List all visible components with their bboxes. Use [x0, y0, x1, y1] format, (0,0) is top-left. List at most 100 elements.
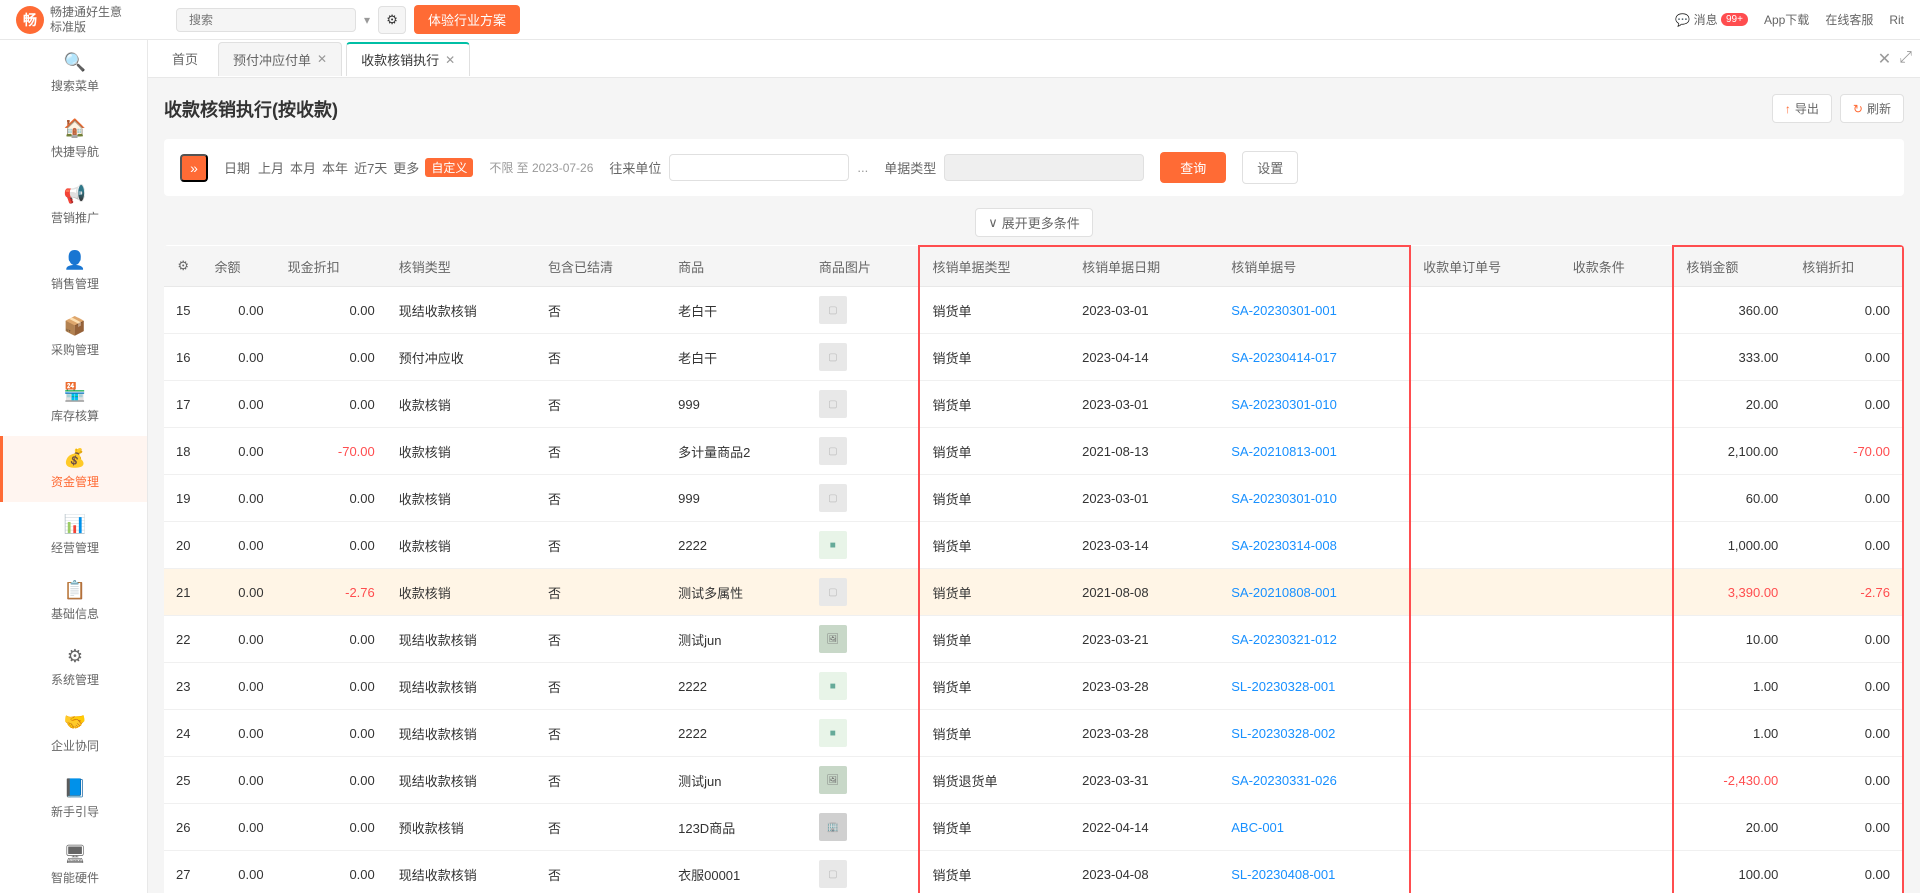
cell-include-settled: 否 [536, 428, 666, 475]
cell-product: 123D商品 [666, 804, 807, 851]
sidebar-item-search[interactable]: 🔍 搜索菜单 [0, 40, 147, 106]
cell-receipt-bill-type: 销货单 [919, 804, 1070, 851]
cell-writeoff-discount: 0.00 [1790, 287, 1903, 334]
sidebar-item-sales[interactable]: 👤 销售管理 [0, 238, 147, 304]
cell-collection-order-no [1410, 381, 1561, 428]
date-option-more[interactable]: 更多 [393, 158, 419, 177]
date-option-this-month[interactable]: 本月 [290, 158, 316, 177]
top-bar: 畅 畅捷通好生意 标准版 ▾ ⚙ 体验行业方案 💬 消息 99+ App下载 在… [0, 0, 1920, 40]
sidebar-item-purchase[interactable]: 📦 采购管理 [0, 304, 147, 370]
expand-arrows-icon: » [190, 160, 198, 176]
sidebar-label-sales: 销售管理 [51, 275, 99, 292]
cell-collection-order-no [1410, 663, 1561, 710]
cell-id: 23 [164, 663, 202, 710]
settings-icon[interactable]: ⚙ [378, 6, 406, 34]
sidebar-label-guide: 新手引导 [51, 803, 99, 820]
online-service-link[interactable]: 在线客服 [1825, 11, 1873, 28]
expand-conditions-btn[interactable]: ∨ 展开更多条件 [975, 208, 1093, 237]
cell-product-image: ■ [807, 663, 920, 710]
table-settings-btn[interactable]: 设置 [1242, 151, 1298, 184]
dropdown-arrow-icon: ▾ [364, 13, 370, 27]
cell-product-image: 🖼 [807, 616, 920, 663]
system-icon: ⚙ [67, 646, 83, 667]
sidebar-item-enterprise[interactable]: 🤝 企业协同 [0, 700, 147, 766]
cell-collection-order-no [1410, 851, 1561, 893]
tab-home[interactable]: 首页 [156, 40, 214, 78]
cell-product: 999 [666, 381, 807, 428]
cell-product: 多计量商品2 [666, 428, 807, 475]
cell-collection-condition [1561, 287, 1674, 334]
counterpart-input[interactable] [669, 154, 849, 181]
receipt-type-select[interactable] [944, 154, 1144, 181]
refresh-btn[interactable]: ↻ 刷新 [1840, 94, 1904, 123]
cell-writeoff-discount: 0.00 [1790, 381, 1903, 428]
cell-id: 26 [164, 804, 202, 851]
tab-prepay[interactable]: 预付冲应付单 ✕ [218, 42, 342, 76]
cell-receipt-bill-date: 2023-03-01 [1070, 381, 1219, 428]
tab-receipts[interactable]: 收款核销执行 ✕ [346, 42, 470, 76]
sidebar-item-operation[interactable]: 📊 经营管理 [0, 502, 147, 568]
table-row: 25 0.00 0.00 现结收款核销 否 测试jun 🖼 销货退货单 2023… [164, 757, 1903, 804]
cell-receipt-bill-no: SA-20230301-010 [1219, 381, 1410, 428]
sidebar-label-quicknav: 快捷导航 [51, 143, 99, 160]
header-actions: ↑ 导出 ↻ 刷新 [1772, 94, 1904, 123]
cell-product: 测试jun [666, 757, 807, 804]
cell-product-image: ■ [807, 522, 920, 569]
message-icon[interactable]: 💬 消息 99+ [1675, 11, 1748, 28]
close-window-icon[interactable]: ✕ [1878, 49, 1891, 69]
th-gear[interactable]: ⚙ [164, 246, 202, 287]
cell-writeoff-amount: 1.00 [1673, 710, 1790, 757]
cell-include-settled: 否 [536, 616, 666, 663]
cell-writeoff-discount: 0.00 [1790, 851, 1903, 893]
table-row: 24 0.00 0.00 现结收款核销 否 2222 ■ 销货单 2023-03… [164, 710, 1903, 757]
cell-collection-order-no [1410, 569, 1561, 616]
app-download-link[interactable]: App下载 [1764, 11, 1809, 28]
sidebar-item-guide[interactable]: 📘 新手引导 [0, 766, 147, 832]
filter-expand-btn[interactable]: » [180, 154, 208, 182]
cell-cash-discount: 0.00 [276, 663, 387, 710]
sidebar-item-quicknav[interactable]: 🏠 快捷导航 [0, 106, 147, 172]
date-custom-badge[interactable]: 自定义 [425, 158, 473, 177]
cell-include-settled: 否 [536, 757, 666, 804]
cell-product-image: ▢ [807, 334, 920, 381]
cell-include-settled: 否 [536, 663, 666, 710]
cell-balance: 0.00 [202, 569, 275, 616]
th-receipt-bill-type: 核销单据类型 [919, 246, 1070, 287]
table-row: 23 0.00 0.00 现结收款核销 否 2222 ■ 销货单 2023-03… [164, 663, 1903, 710]
date-options: 上月 本月 本年 近7天 更多 自定义 [258, 158, 473, 177]
cell-writeoff-discount: 0.00 [1790, 663, 1903, 710]
cell-receipt-bill-date: 2023-03-28 [1070, 663, 1219, 710]
cell-writeoff-amount: 20.00 [1673, 804, 1790, 851]
cell-writeoff-discount: 0.00 [1790, 804, 1903, 851]
cell-product: 老白干 [666, 287, 807, 334]
cell-id: 16 [164, 334, 202, 381]
sidebar-item-finance[interactable]: 💰 资金管理 [0, 436, 147, 502]
cell-id: 15 [164, 287, 202, 334]
query-btn[interactable]: 查询 [1160, 152, 1226, 183]
sidebar-item-hardware[interactable]: 🖥 智能硬件 [0, 832, 147, 893]
table-row: 17 0.00 0.00 收款核销 否 999 ▢ 销货单 2023-03-01… [164, 381, 1903, 428]
industry-btn[interactable]: 体验行业方案 [414, 5, 520, 34]
date-option-this-year[interactable]: 本年 [322, 158, 348, 177]
cell-writeoff-type: 收款核销 [387, 569, 536, 616]
sidebar-item-marketing[interactable]: 📢 营销推广 [0, 172, 147, 238]
top-search-input[interactable] [176, 8, 356, 32]
table-row: 18 0.00 -70.00 收款核销 否 多计量商品2 ▢ 销货单 2021-… [164, 428, 1903, 475]
sidebar-item-basic[interactable]: 📋 基础信息 [0, 568, 147, 634]
sidebar-item-inventory[interactable]: 🏪 库存核算 [0, 370, 147, 436]
cell-product: 衣服00001 [666, 851, 807, 893]
cell-id: 19 [164, 475, 202, 522]
date-option-7days[interactable]: 近7天 [354, 158, 387, 177]
cell-id: 20 [164, 522, 202, 569]
export-btn[interactable]: ↑ 导出 [1772, 94, 1832, 123]
tab-bar-actions: ✕ ⤢ [1878, 49, 1912, 69]
sidebar-item-system[interactable]: ⚙ 系统管理 [0, 634, 147, 700]
cell-writeoff-type: 现结收款核销 [387, 851, 536, 893]
maximize-icon[interactable]: ⤢ [1899, 49, 1912, 69]
sidebar-label-enterprise: 企业协同 [51, 737, 99, 754]
date-option-last-month[interactable]: 上月 [258, 158, 284, 177]
tab-receipts-close[interactable]: ✕ [445, 53, 455, 67]
cell-writeoff-type: 现结收款核销 [387, 710, 536, 757]
cell-product-image: ▢ [807, 381, 920, 428]
tab-prepay-close[interactable]: ✕ [317, 52, 327, 66]
